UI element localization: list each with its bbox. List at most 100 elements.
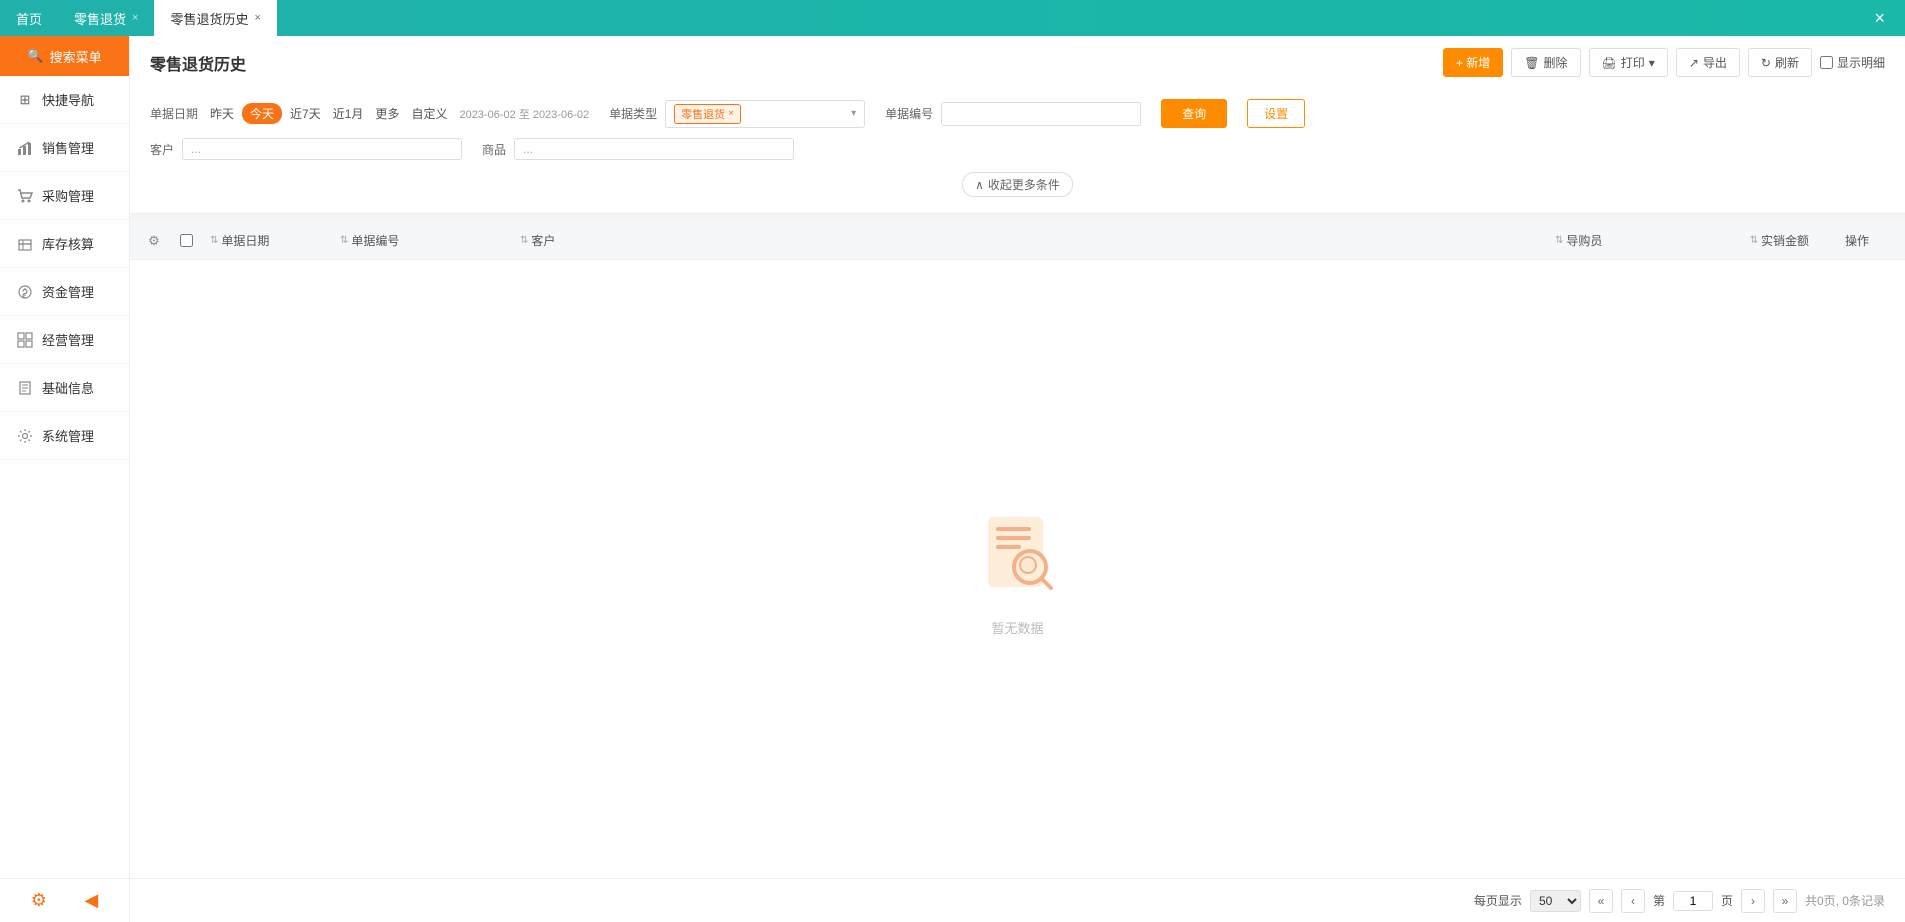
th-sort-icon: ⇅ (210, 235, 218, 246)
date-opt-yesterday[interactable]: 昨天 (206, 103, 238, 124)
type-filter-tag: 零售退货 × (674, 104, 741, 124)
type-select-arrow-icon: ▾ (851, 108, 856, 119)
tab-retail-return-close[interactable]: × (132, 12, 138, 24)
date-filter-label: 单据日期 (150, 105, 198, 122)
print-button[interactable]: 🖨 打印 ▾ (1589, 48, 1668, 77)
last-page-button[interactable]: » (1773, 889, 1797, 913)
column-settings-icon[interactable]: ⚙ (138, 233, 170, 249)
goods-dots: ... (523, 142, 533, 156)
page-label: 第 (1653, 892, 1665, 909)
sidebar-search-label: 搜索菜单 (50, 47, 102, 66)
goods-filter-label: 商品 (482, 141, 506, 158)
next-page-button[interactable]: › (1741, 889, 1765, 913)
number-filter-input[interactable] (941, 102, 1141, 126)
select-all-checkbox[interactable] (170, 234, 202, 247)
page-header: 零售退货历史 + 新增 🗑 删除 🖨 打印 ▾ ↗ 导出 (130, 36, 1905, 214)
sidebar-item-system-mgmt[interactable]: 系统管理 (0, 412, 129, 460)
tab-retail-return-history-close[interactable]: × (254, 12, 260, 24)
top-bar-right: × (1866, 4, 1905, 33)
type-filter-select[interactable]: 零售退货 × ▾ (665, 100, 865, 128)
th-sort-icon: ⇅ (1750, 235, 1758, 246)
sidebar-item-operations[interactable]: 经营管理 (0, 316, 129, 364)
first-page-button[interactable]: « (1589, 889, 1613, 913)
date-opt-1month[interactable]: 近1月 (329, 103, 368, 124)
sidebar-search[interactable]: 🔍 搜索菜单 (0, 36, 129, 76)
add-button[interactable]: + 新增 (1443, 48, 1503, 77)
show-detail-checkbox-label[interactable]: 显示明细 (1820, 54, 1885, 71)
basic-info-icon (16, 379, 34, 397)
tab-home[interactable]: 首页 (0, 0, 58, 36)
type-filter-group: 单据类型 零售退货 × ▾ (609, 100, 865, 128)
date-opt-more[interactable]: 更多 (371, 103, 403, 124)
date-opt-custom[interactable]: 自定义 (407, 103, 451, 124)
collapse-up-icon: ∧ (975, 178, 984, 192)
sidebar-item-label: 资金管理 (42, 282, 94, 301)
system-mgmt-icon (16, 427, 34, 445)
date-opt-7days[interactable]: 近7天 (286, 103, 325, 124)
th-number[interactable]: ⇅ 单据编号 (332, 232, 512, 249)
toolbar: + 新增 🗑 删除 🖨 打印 ▾ ↗ 导出 ↻ (1443, 48, 1885, 77)
th-customer[interactable]: ⇅ 客户 (512, 232, 1547, 249)
page-title: 零售退货历史 (150, 51, 246, 75)
sidebar-item-finance[interactable]: 资金管理 (0, 268, 129, 316)
window-close-button[interactable]: × (1866, 4, 1893, 33)
select-all-input[interactable] (180, 234, 193, 247)
sidebar-item-label: 采购管理 (42, 186, 94, 205)
th-amount[interactable]: ⇅ 实销金额 (1697, 232, 1817, 249)
customer-filter-group: 客户 ... (150, 138, 462, 160)
delete-button[interactable]: 🗑 删除 (1511, 48, 1580, 77)
sidebar-bottom: ⚙ ◀ (0, 878, 129, 922)
sidebar-item-purchase-mgmt[interactable]: 采购管理 (0, 172, 129, 220)
sidebar-item-label: 销售管理 (42, 138, 94, 157)
settings-icon[interactable]: ⚙ (31, 890, 47, 911)
th-date[interactable]: ⇅ 单据日期 (202, 232, 332, 249)
page-unit: 页 (1721, 892, 1733, 909)
customer-dots: ... (191, 142, 201, 156)
export-button[interactable]: ↗ 导出 (1676, 48, 1740, 77)
main-content: 零售退货历史 + 新增 🗑 删除 🖨 打印 ▾ ↗ 导出 (130, 36, 1905, 922)
collapse-button[interactable]: ∧ 收起更多条件 (962, 172, 1073, 197)
sidebar: 🔍 搜索菜单 ⊞ 快捷导航 销售管理 (0, 36, 130, 922)
refresh-button[interactable]: ↻ 刷新 (1748, 48, 1812, 77)
settings-filter-button[interactable]: 设置 (1247, 99, 1305, 128)
print-icon: 🖨 (1602, 56, 1617, 70)
search-icon: 🔍 (27, 48, 43, 64)
number-filter-group: 单据编号 (885, 102, 1141, 126)
pagination-bar: 每页显示 20 50 100 « ‹ 第 页 › » 共0页, 0条记录 (130, 878, 1905, 922)
th-sort-icon: ⇅ (520, 235, 528, 246)
tab-retail-return-history[interactable]: 零售退货历史 × (154, 0, 276, 36)
th-sort-icon: ⇅ (1555, 235, 1563, 246)
sidebar-item-label: 基础信息 (42, 378, 94, 397)
page-title-row: 零售退货历史 + 新增 🗑 删除 🖨 打印 ▾ ↗ 导出 (150, 48, 1885, 77)
sidebar-item-label: 系统管理 (42, 426, 94, 445)
th-sort-icon: ⇅ (340, 235, 348, 246)
table-area: ⚙ ⇅ 单据日期 ⇅ 单据编号 ⇅ 客户 ⇅ 导购员 (130, 222, 1905, 878)
page-number-input[interactable] (1673, 891, 1713, 911)
date-opt-today[interactable]: 今天 (242, 103, 282, 124)
customer-filter-select[interactable]: ... (182, 138, 462, 160)
sidebar-item-label: 库存核算 (42, 234, 94, 253)
query-button[interactable]: 查询 (1161, 99, 1227, 128)
goods-filter-select[interactable]: ... (514, 138, 794, 160)
sales-mgmt-icon (16, 139, 34, 157)
prev-page-button[interactable]: ‹ (1621, 889, 1645, 913)
show-detail-checkbox[interactable] (1820, 56, 1833, 69)
th-guide[interactable]: ⇅ 导购员 (1547, 232, 1697, 249)
collapse-icon[interactable]: ◀ (84, 890, 98, 911)
filter-row-2: 客户 ... 商品 ... (150, 138, 1885, 160)
sidebar-item-basic-info[interactable]: 基础信息 (0, 364, 129, 412)
type-tag-close[interactable]: × (728, 108, 734, 119)
page-total: 共0页, 0条记录 (1805, 892, 1885, 909)
sidebar-item-inventory[interactable]: 库存核算 (0, 220, 129, 268)
page-size-label: 每页显示 (1474, 892, 1522, 909)
empty-state: 暂无数据 (130, 260, 1905, 878)
date-range-value: 2023-06-02 至 2023-06-02 (459, 106, 589, 122)
sidebar-item-quick-nav[interactable]: ⊞ 快捷导航 (0, 76, 129, 124)
page-size-select[interactable]: 20 50 100 (1530, 890, 1581, 912)
main-layout: 🔍 搜索菜单 ⊞ 快捷导航 销售管理 (0, 36, 1905, 922)
export-icon: ↗ (1689, 56, 1699, 70)
tab-retail-return[interactable]: 零售退货 × (58, 0, 154, 36)
refresh-icon: ↻ (1761, 56, 1771, 70)
sidebar-nav: ⊞ 快捷导航 销售管理 (0, 76, 129, 878)
sidebar-item-sales-mgmt[interactable]: 销售管理 (0, 124, 129, 172)
